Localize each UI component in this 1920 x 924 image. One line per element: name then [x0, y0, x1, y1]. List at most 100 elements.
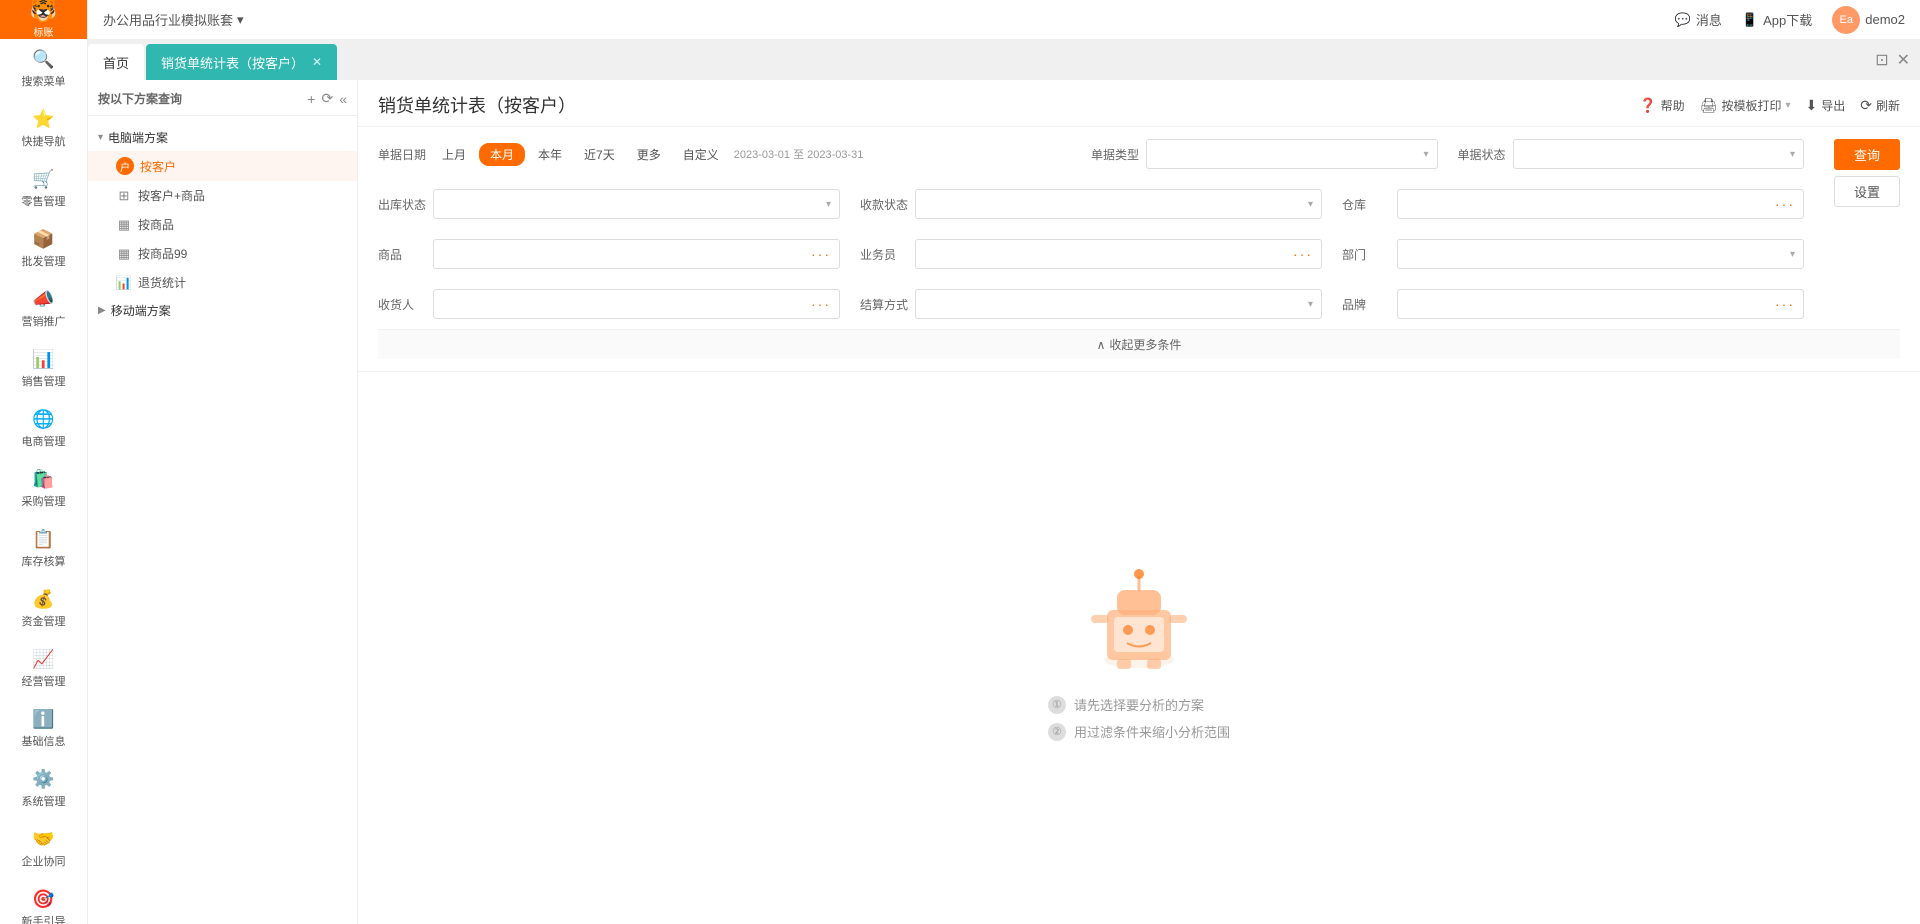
mobile-group-arrow-icon: ▶	[98, 305, 106, 316]
staff-control[interactable]: ···	[915, 239, 1322, 269]
scheme-item-by-customer-label: 按客户	[140, 158, 176, 175]
scheme-item-by_customer_product[interactable]: ⊞ 按客户+商品	[88, 181, 357, 210]
sidebar-item-enterprise[interactable]: 🤝 企业协同	[0, 819, 87, 879]
scheme-item-by-customer-product-label: 按客户+商品	[138, 187, 205, 204]
export-button[interactable]: ⬇ 导出	[1806, 97, 1846, 114]
scheme-item-refund_stat[interactable]: 📊 退货统计	[88, 268, 357, 297]
collapse-panel-icon[interactable]: «	[339, 91, 347, 107]
scheme-tree: ▾ 电脑端方案 户 按客户 ⊞ 按客户+商品 ▦ 按商品	[88, 116, 357, 924]
breadcrumb-dropdown[interactable]: 办公用品行业模拟账套 ▾	[103, 10, 244, 29]
restore-window-icon[interactable]: ⊡	[1875, 50, 1888, 70]
sidebar-item-system[interactable]: ⚙️ 系统管理	[0, 759, 87, 819]
date-tabs: 上月 本月 本年 近7天 更多 自定义	[433, 142, 728, 167]
scheme-item-by-product99-label: 按商品99	[138, 245, 187, 262]
filter-staff: 业务员 ···	[860, 239, 1322, 269]
date-tab-this-month[interactable]: 本月	[479, 143, 525, 166]
sidebar-item-finance[interactable]: 💰 资金管理	[0, 579, 87, 639]
date-range-text: 2023-03-01 至 2023-03-31	[734, 146, 864, 162]
product-dots: ···	[811, 246, 831, 262]
sidebar-item-marketing[interactable]: 📣 营销推广	[0, 279, 87, 339]
filter-dept: 部门 ▾	[1342, 239, 1804, 269]
sidebar-item-new_user[interactable]: 🎯 新手引导	[0, 879, 87, 924]
collapse-label: 收起更多条件	[1109, 336, 1181, 353]
brand-control[interactable]: ···	[1397, 289, 1804, 319]
out-status-control[interactable]: ▾	[433, 189, 840, 219]
dept-arrow-icon: ▾	[1790, 249, 1795, 260]
sidebar-item-ecommerce[interactable]: 🌐 电商管理	[0, 399, 87, 459]
sidebar-item-purchase[interactable]: 🛍️ 采购管理	[0, 459, 87, 519]
date-tab-this-year[interactable]: 本年	[529, 142, 571, 167]
sidebar-item-retail_mgmt[interactable]: 🛒 零售管理	[0, 159, 87, 219]
filter-row-3: 商品 ··· 业务员 ···	[378, 239, 1804, 269]
template-print-button[interactable]: 🖨 按模板打印 ▾	[1700, 97, 1791, 114]
filter-payment: 结算方式 ▾	[860, 289, 1322, 319]
brand-dots: ···	[1775, 296, 1795, 312]
tab-home[interactable]: 首页	[88, 44, 144, 80]
product-control[interactable]: ···	[433, 239, 840, 269]
sidebar-item-sales_mgmt[interactable]: 📊 销售管理	[0, 339, 87, 399]
payment-arrow-icon: ▾	[1308, 299, 1313, 310]
filter-area: 单据日期 上月 本月 本年 近7天 更多 自定义	[358, 127, 1920, 372]
add-scheme-icon[interactable]: +	[307, 91, 315, 107]
by-customer-icon: 户	[116, 157, 134, 175]
consignee-control[interactable]: ···	[433, 289, 840, 319]
sidebar-item-search_menu[interactable]: 🔍 搜索菜单	[0, 39, 87, 99]
date-tab-last-month[interactable]: 上月	[433, 142, 475, 167]
doc-type-control[interactable]: ▾	[1146, 139, 1438, 169]
receipt-status-control[interactable]: ▾	[915, 189, 1322, 219]
refresh-button[interactable]: ⟳ 刷新	[1860, 97, 1900, 114]
sidebar-item-quick_nav[interactable]: ⭐ 快捷导航	[0, 99, 87, 159]
app-download-button[interactable]: 📱 App下载	[1742, 10, 1812, 29]
user-menu[interactable]: Ea demo2	[1832, 6, 1905, 34]
logo[interactable]: 🐯 标账	[0, 0, 88, 39]
filter-doc-status: 单据状态 ▾	[1458, 139, 1805, 169]
empty-state: ① 请先选择要分析的方案 ② 用过滤条件来缩小分析范围	[358, 372, 1920, 924]
avatar: Ea	[1832, 6, 1860, 34]
content-area: 按以下方案查询 + ⟳ « ▾ 电脑端方案 户 按客户	[88, 80, 1920, 924]
scheme-item-by_customer[interactable]: 户 按客户	[88, 151, 357, 181]
filter-doc-type: 单据类型 ▾	[1091, 139, 1438, 169]
tip-num-1: ①	[1048, 696, 1066, 714]
scheme-item-refund-stat-label: 退货统计	[138, 274, 186, 291]
date-tab-custom[interactable]: 自定义	[674, 142, 728, 167]
refresh-scheme-icon[interactable]: ⟳	[321, 90, 333, 107]
scheme-item-by_product[interactable]: ▦ 按商品	[88, 210, 357, 239]
payment-label: 结算方式	[860, 296, 915, 313]
warehouse-control[interactable]: ···	[1397, 189, 1804, 219]
sidebar-item-inventory[interactable]: 📋 库存核算	[0, 519, 87, 579]
tab-sales-stat[interactable]: 销货单统计表（按客户） ✕	[146, 44, 337, 80]
out-status-label: 出库状态	[378, 196, 433, 213]
page-actions: ❓ 帮助 🖨 按模板打印 ▾ ⬇ 导出 ⟳ 刷新	[1639, 97, 1900, 114]
operations-icon: 📈	[32, 649, 54, 670]
mobile-group-header[interactable]: ▶ 移动端方案	[88, 297, 357, 324]
help-button[interactable]: ❓ 帮助	[1639, 97, 1684, 114]
basic-info-icon: ℹ️	[32, 709, 54, 730]
sidebar-item-wholesale_mgmt[interactable]: 📦 批发管理	[0, 219, 87, 279]
close-window-icon[interactable]: ✕	[1897, 50, 1910, 70]
tab-close-icon[interactable]: ✕	[312, 56, 322, 68]
dept-control[interactable]: ▾	[1397, 239, 1804, 269]
query-button[interactable]: 查询	[1834, 139, 1900, 170]
inventory-icon: 📋	[32, 529, 54, 550]
tip-text-1: 请先选择要分析的方案	[1074, 695, 1204, 714]
receipt-status-arrow-icon: ▾	[1308, 199, 1313, 210]
mobile-group: ▶ 移动端方案	[88, 297, 357, 324]
desktop-group-header[interactable]: ▾ 电脑端方案	[88, 124, 357, 151]
page-header: 销货单统计表（按客户） ❓ 帮助 🖨 按模板打印 ▾ ⬇ 导出	[358, 80, 1920, 127]
scheme-item-by_product99[interactable]: ▦ 按商品99	[88, 239, 357, 268]
payment-control[interactable]: ▾	[915, 289, 1322, 319]
consignee-dots: ···	[811, 296, 831, 312]
sidebar-item-basic_info[interactable]: ℹ️ 基础信息	[0, 699, 87, 759]
print-icon: 🖨	[1700, 97, 1718, 114]
date-tab-last7[interactable]: 近7天	[575, 142, 624, 167]
marketing-icon: 📣	[32, 289, 54, 310]
main-area: 办公用品行业模拟账套 ▾ 💬 消息 📱 App下载 Ea demo2 首页	[88, 0, 1920, 924]
message-button[interactable]: 💬 消息	[1675, 10, 1722, 29]
date-tab-more[interactable]: 更多	[628, 142, 670, 167]
template-print-label: 按模板打印	[1721, 97, 1781, 114]
sidebar-item-operations[interactable]: 📈 经营管理	[0, 639, 87, 699]
collapse-button[interactable]: ∧ 收起更多条件	[378, 329, 1900, 359]
collapse-up-icon: ∧	[1097, 338, 1106, 352]
settings-button[interactable]: 设置	[1834, 176, 1900, 207]
doc-status-control[interactable]: ▾	[1513, 139, 1805, 169]
